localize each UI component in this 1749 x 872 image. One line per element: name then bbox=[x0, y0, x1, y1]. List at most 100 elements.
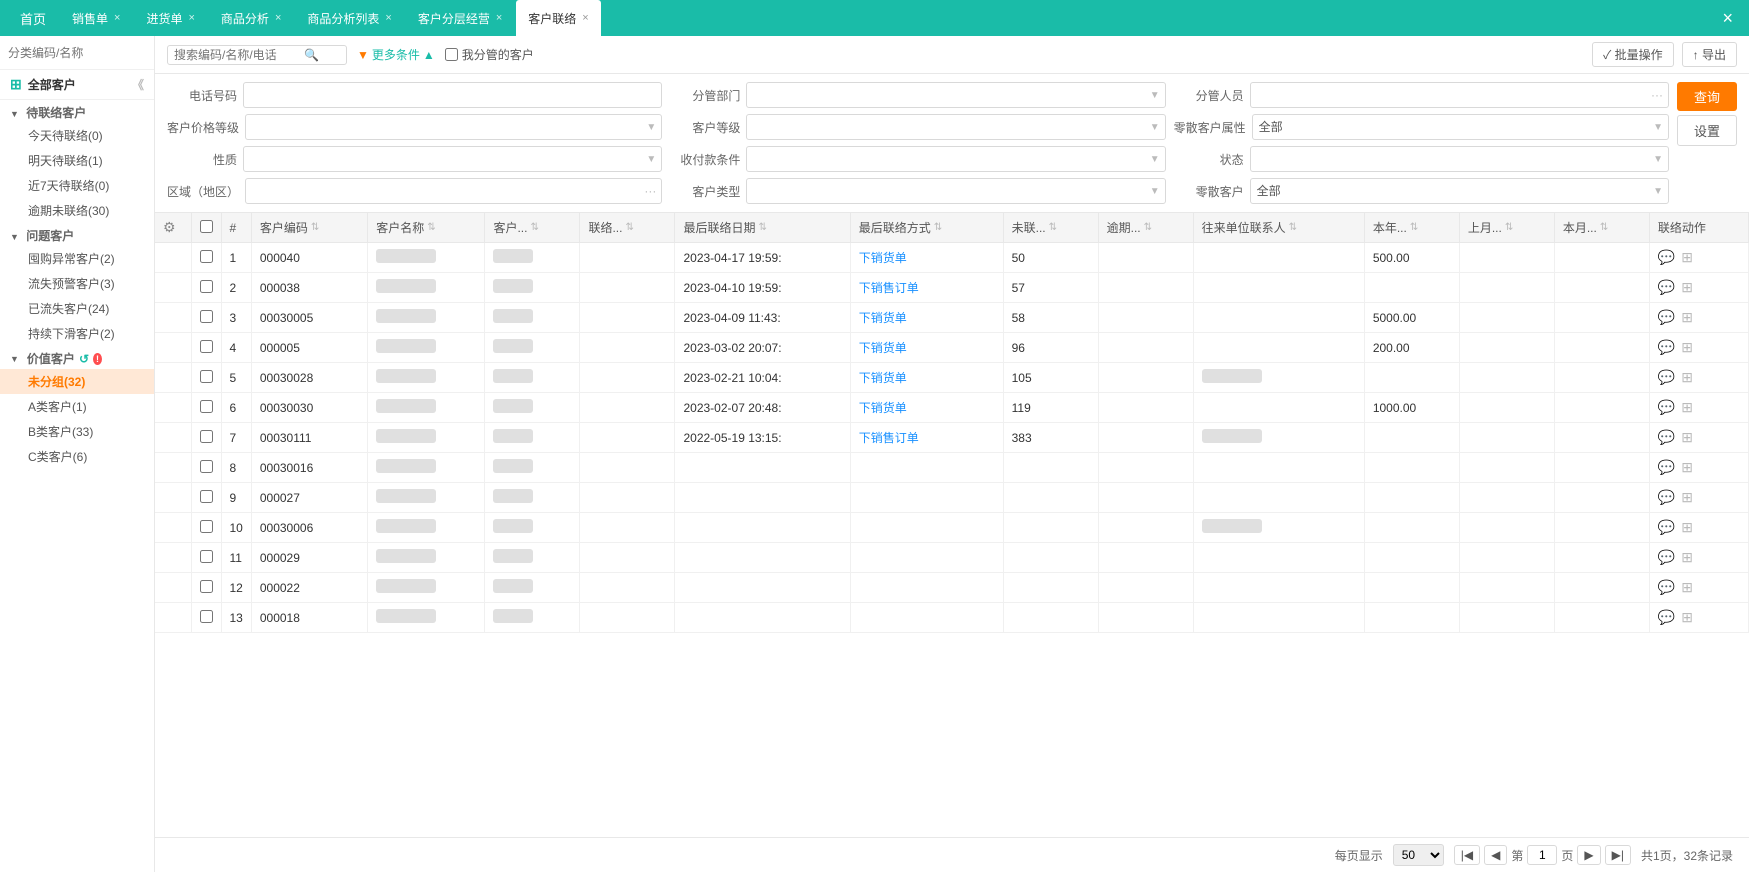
grid-action-icon[interactable]: ⊞ bbox=[1681, 549, 1693, 566]
window-close-button[interactable]: × bbox=[1714, 8, 1741, 29]
sidebar-search-input[interactable] bbox=[8, 46, 155, 60]
close-tab-1-icon[interactable]: × bbox=[188, 12, 194, 24]
filter-more-btn[interactable]: ▼ 更多条件 ▲ bbox=[357, 46, 435, 63]
chat-icon[interactable]: 💬 bbox=[1658, 519, 1675, 536]
grid-action-icon[interactable]: ⊞ bbox=[1681, 519, 1693, 536]
grid-action-icon[interactable]: ⊞ bbox=[1681, 399, 1693, 416]
sidebar-item-c-class[interactable]: C类客户(6) bbox=[0, 444, 154, 469]
status-select[interactable] bbox=[1250, 146, 1669, 172]
close-tab-0-icon[interactable]: × bbox=[114, 12, 120, 24]
grid-action-icon[interactable]: ⊞ bbox=[1681, 249, 1693, 266]
grid-action-icon[interactable]: ⊞ bbox=[1681, 279, 1693, 296]
th-contact[interactable]: 联络... ⇅ bbox=[580, 213, 675, 243]
gear-icon[interactable]: ⚙ bbox=[163, 219, 176, 235]
payment-select[interactable] bbox=[746, 146, 1165, 172]
last-method-link[interactable]: 下销售订单 bbox=[859, 431, 919, 445]
chat-icon[interactable]: 💬 bbox=[1658, 459, 1675, 476]
select-all-checkbox[interactable] bbox=[200, 220, 213, 233]
sidebar-item-declining[interactable]: 持续下滑客户(2) bbox=[0, 321, 154, 346]
last-page-button[interactable]: ▶| bbox=[1605, 845, 1631, 865]
scatter-select[interactable]: 全部 bbox=[1250, 178, 1669, 204]
grid-action-icon[interactable]: ⊞ bbox=[1681, 609, 1693, 626]
phone-input[interactable] bbox=[243, 82, 662, 108]
sidebar-item-a-class[interactable]: A类客户(1) bbox=[0, 394, 154, 419]
sidebar-item-tomorrow[interactable]: 明天待联络(1) bbox=[0, 148, 154, 173]
close-tab-5-icon[interactable]: × bbox=[582, 12, 588, 24]
grid-action-icon[interactable]: ⊞ bbox=[1681, 579, 1693, 596]
grid-action-icon[interactable]: ⊞ bbox=[1681, 429, 1693, 446]
row-checkbox[interactable] bbox=[200, 340, 213, 353]
nav-tab-2[interactable]: 商品分析 × bbox=[209, 0, 293, 36]
th-this-year[interactable]: 本年... ⇅ bbox=[1364, 213, 1459, 243]
th-last-date[interactable]: 最后联络日期 ⇅ bbox=[675, 213, 850, 243]
row-checkbox[interactable] bbox=[200, 610, 213, 623]
sidebar-item-lost[interactable]: 已流失客户(24) bbox=[0, 296, 154, 321]
grid-action-icon[interactable]: ⊞ bbox=[1681, 369, 1693, 386]
dept-select[interactable] bbox=[746, 82, 1165, 108]
th-last-method[interactable]: 最后联络方式 ⇅ bbox=[850, 213, 1003, 243]
row-checkbox[interactable] bbox=[200, 520, 213, 533]
chat-icon[interactable]: 💬 bbox=[1658, 369, 1675, 386]
th-name[interactable]: 客户名称 ⇅ bbox=[368, 213, 485, 243]
row-checkbox[interactable] bbox=[200, 250, 213, 263]
chat-icon[interactable]: 💬 bbox=[1658, 489, 1675, 506]
price-level-select[interactable] bbox=[245, 114, 662, 140]
last-method-link[interactable]: 下销货单 bbox=[859, 251, 907, 265]
row-checkbox[interactable] bbox=[200, 460, 213, 473]
search-input[interactable] bbox=[174, 48, 304, 62]
export-button[interactable]: ↑ 导出 bbox=[1682, 42, 1737, 67]
th-last-month[interactable]: 上月... ⇅ bbox=[1459, 213, 1554, 243]
chat-icon[interactable]: 💬 bbox=[1658, 279, 1675, 296]
collapse-icon[interactable]: 《 bbox=[132, 76, 144, 93]
sidebar-item-lostwarning[interactable]: 流失预警客户(3) bbox=[0, 271, 154, 296]
close-tab-4-icon[interactable]: × bbox=[496, 12, 502, 24]
row-checkbox[interactable] bbox=[200, 580, 213, 593]
row-checkbox[interactable] bbox=[200, 400, 213, 413]
customer-type-select[interactable] bbox=[746, 178, 1165, 204]
close-tab-3-icon[interactable]: × bbox=[385, 12, 391, 24]
per-page-select[interactable]: 50 100 bbox=[1393, 844, 1444, 866]
sidebar-all-customers[interactable]: ⊞ 全部客户 《 bbox=[0, 70, 154, 100]
nav-tab-1[interactable]: 进货单 × bbox=[134, 0, 206, 36]
row-checkbox[interactable] bbox=[200, 370, 213, 383]
th-not-contact[interactable]: 未联... ⇅ bbox=[1003, 213, 1098, 243]
row-checkbox[interactable] bbox=[200, 490, 213, 503]
person-input[interactable] bbox=[1250, 82, 1669, 108]
page-input[interactable] bbox=[1527, 845, 1557, 865]
grid-action-icon[interactable]: ⊞ bbox=[1681, 489, 1693, 506]
chat-icon[interactable]: 💬 bbox=[1658, 339, 1675, 356]
sidebar-item-overdue[interactable]: 逾期未联络(30) bbox=[0, 198, 154, 223]
customer-level-select[interactable] bbox=[746, 114, 1165, 140]
last-method-link[interactable]: 下销货单 bbox=[859, 401, 907, 415]
th-type[interactable]: 客户... ⇅ bbox=[485, 213, 580, 243]
last-method-link[interactable]: 下销售订单 bbox=[859, 281, 919, 295]
first-page-button[interactable]: |◀ bbox=[1454, 845, 1480, 865]
nav-tab-3[interactable]: 商品分析列表 × bbox=[295, 0, 403, 36]
grid-action-icon[interactable]: ⊞ bbox=[1681, 339, 1693, 356]
query-button[interactable]: 查询 bbox=[1677, 82, 1737, 111]
close-tab-2-icon[interactable]: × bbox=[275, 12, 281, 24]
my-customers-check[interactable] bbox=[445, 48, 458, 61]
nav-tab-4[interactable]: 客户分层经营 × bbox=[406, 0, 514, 36]
sidebar-item-today[interactable]: 今天待联络(0) bbox=[0, 123, 154, 148]
nav-tab-5[interactable]: 客户联络 × bbox=[516, 0, 600, 36]
row-checkbox[interactable] bbox=[200, 550, 213, 563]
nature-select[interactable] bbox=[243, 146, 662, 172]
row-checkbox[interactable] bbox=[200, 280, 213, 293]
sidebar-item-7days[interactable]: 近7天待联络(0) bbox=[0, 173, 154, 198]
th-overdue[interactable]: 逾期... ⇅ bbox=[1098, 213, 1193, 243]
th-code[interactable]: 客户编码 ⇅ bbox=[251, 213, 367, 243]
search-icon[interactable]: 🔍 bbox=[304, 48, 319, 62]
region-input[interactable] bbox=[245, 178, 662, 204]
grid-action-icon[interactable]: ⊞ bbox=[1681, 309, 1693, 326]
nav-tab-0[interactable]: 销售单 × bbox=[60, 0, 132, 36]
chat-icon[interactable]: 💬 bbox=[1658, 609, 1675, 626]
last-method-link[interactable]: 下销货单 bbox=[859, 311, 907, 325]
grid-action-icon[interactable]: ⊞ bbox=[1681, 459, 1693, 476]
th-this-month[interactable]: 本月... ⇅ bbox=[1554, 213, 1649, 243]
chat-icon[interactable]: 💬 bbox=[1658, 399, 1675, 416]
refresh-icon[interactable]: ↺ bbox=[79, 352, 89, 366]
my-customers-checkbox[interactable]: 我分管的客户 bbox=[445, 46, 534, 63]
row-checkbox[interactable] bbox=[200, 310, 213, 323]
th-gear[interactable]: ⚙ bbox=[155, 213, 191, 243]
